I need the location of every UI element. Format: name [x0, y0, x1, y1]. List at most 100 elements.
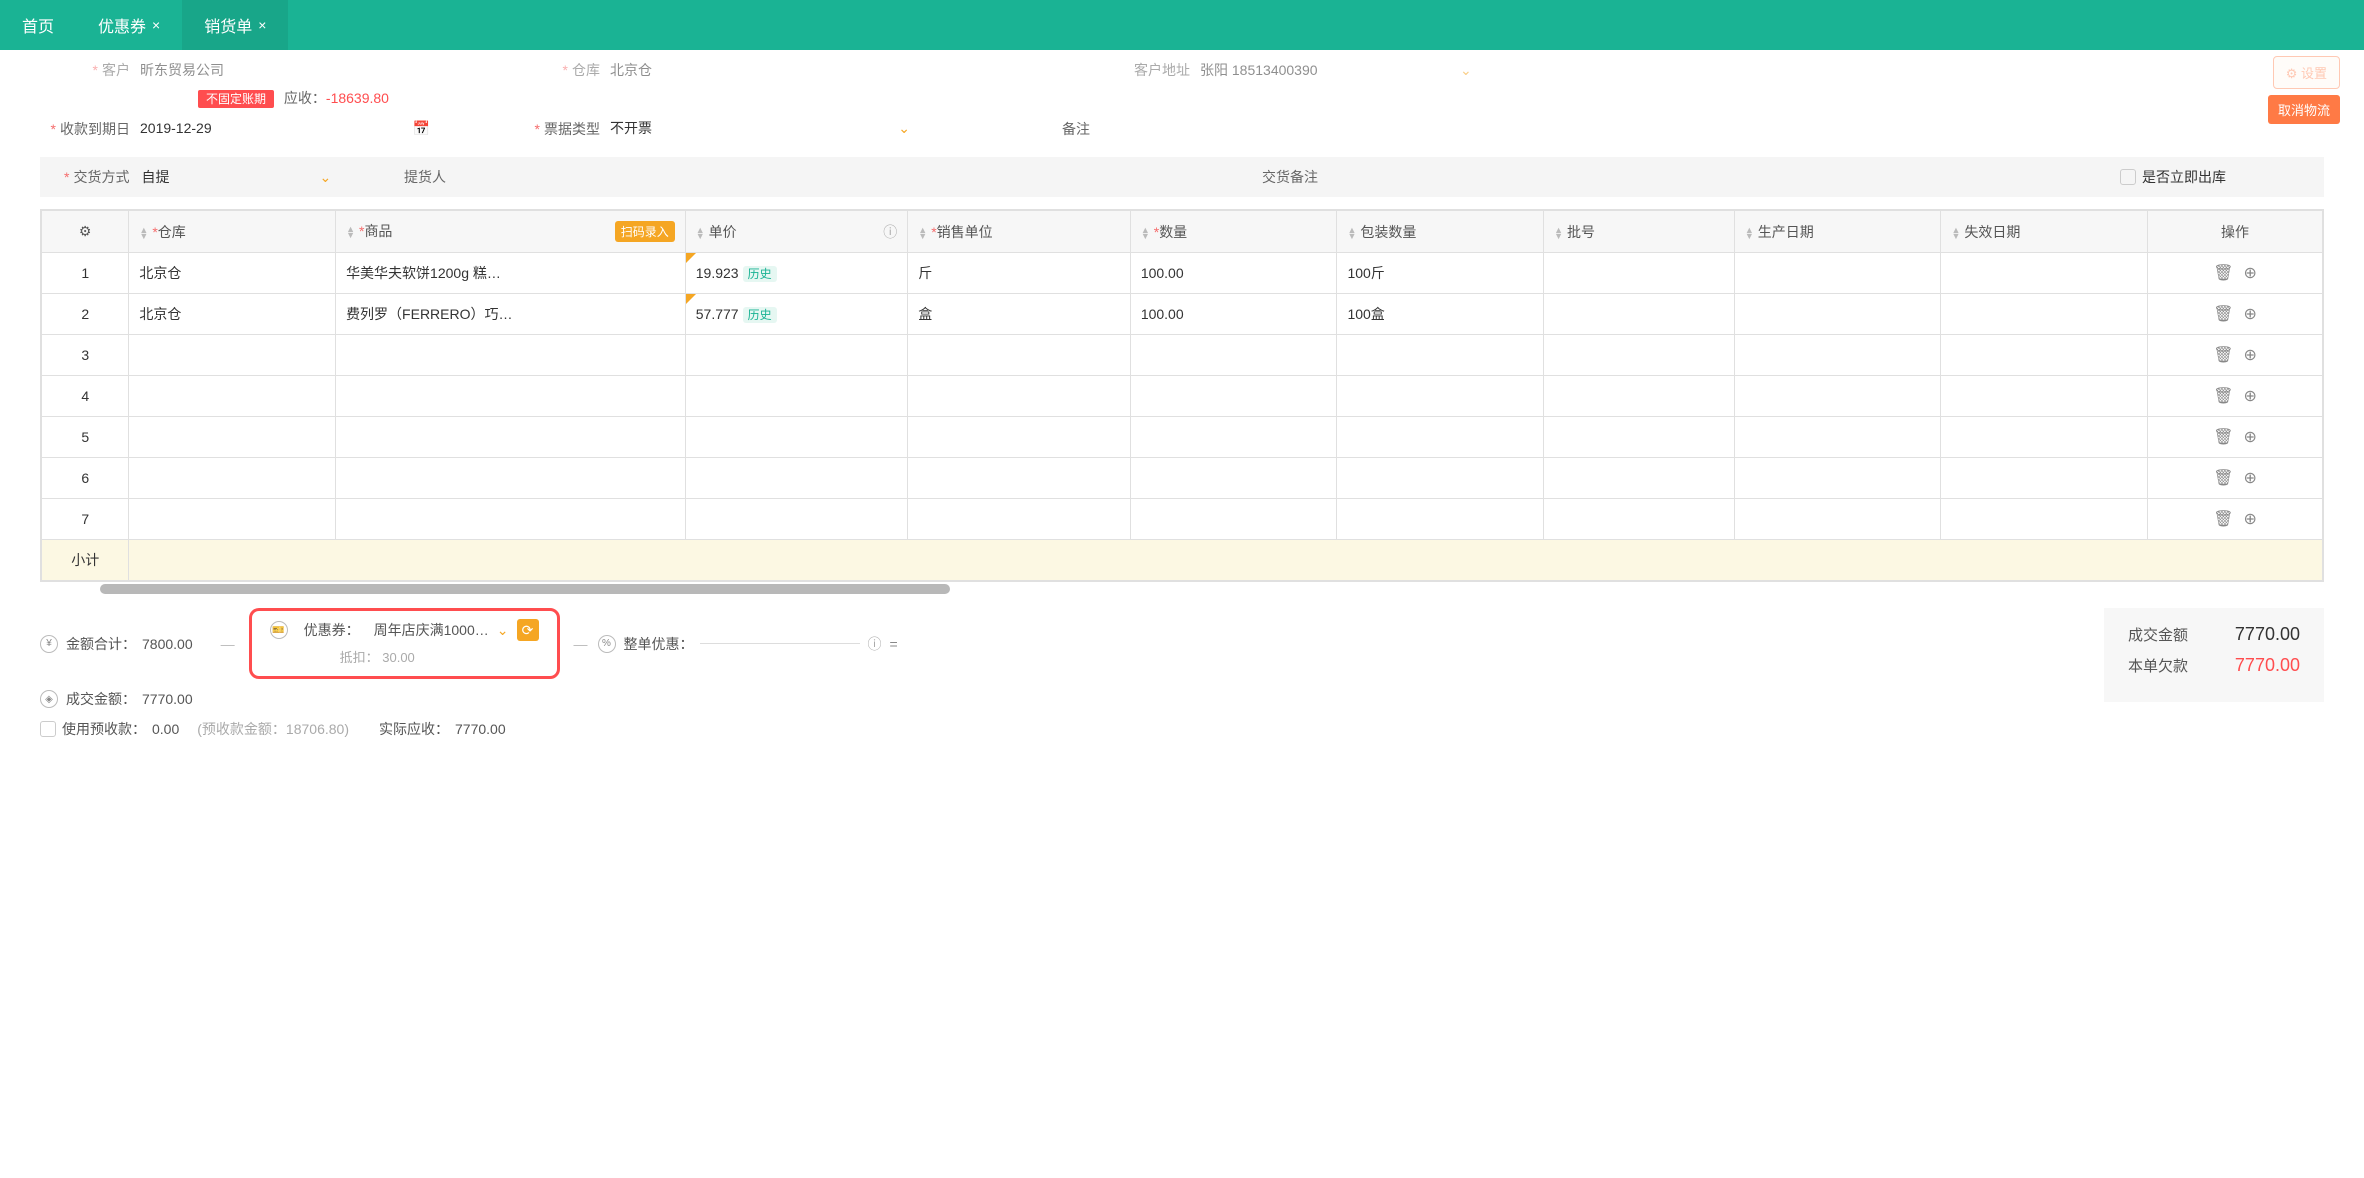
col-product[interactable]: ▲▼*商品扫码录入: [336, 211, 686, 253]
sort-icon[interactable]: ▲▼: [1141, 227, 1150, 239]
delete-icon[interactable]: 🗑: [2213, 386, 2233, 406]
close-icon[interactable]: ×: [152, 17, 160, 33]
cell-qty[interactable]: [1130, 335, 1337, 376]
add-icon[interactable]: ⊕: [2244, 263, 2257, 283]
cell-warehouse[interactable]: 北京仓: [129, 253, 336, 294]
table-row[interactable]: 3🗑⊕: [42, 335, 2323, 376]
coupon-select[interactable]: 周年店庆满1000…: [374, 620, 489, 640]
cell-unit[interactable]: [908, 417, 1131, 458]
cell-prod-date[interactable]: [1734, 458, 1941, 499]
table-row[interactable]: 6🗑⊕: [42, 458, 2323, 499]
cell-prod-date[interactable]: [1734, 417, 1941, 458]
cell-expire[interactable]: [1941, 335, 2148, 376]
refresh-icon[interactable]: ⟳: [517, 619, 539, 641]
cell-price[interactable]: [685, 335, 908, 376]
delete-icon[interactable]: 🗑: [2213, 345, 2233, 365]
col-batch[interactable]: ▲▼批号: [1544, 211, 1735, 253]
cell-prod-date[interactable]: [1734, 253, 1941, 294]
sort-icon[interactable]: ▲▼: [918, 227, 927, 239]
cell-batch[interactable]: [1544, 294, 1735, 335]
chevron-down-icon[interactable]: ⌄: [319, 169, 331, 186]
cell-warehouse[interactable]: [129, 417, 336, 458]
add-icon[interactable]: ⊕: [2244, 386, 2257, 406]
cell-qty[interactable]: [1130, 376, 1337, 417]
delete-icon[interactable]: 🗑: [2213, 468, 2233, 488]
cell-product[interactable]: [336, 499, 686, 540]
immediate-out-checkbox[interactable]: [2120, 169, 2136, 185]
cell-warehouse[interactable]: [129, 499, 336, 540]
cell-expire[interactable]: [1941, 417, 2148, 458]
add-icon[interactable]: ⊕: [2244, 304, 2257, 324]
tab-coupon[interactable]: 优惠券 ×: [76, 0, 182, 50]
help-icon[interactable]: ⓘ: [883, 222, 897, 242]
cell-batch[interactable]: [1544, 376, 1735, 417]
cell-unit[interactable]: 斤: [908, 253, 1131, 294]
delete-icon[interactable]: 🗑: [2213, 304, 2233, 324]
cell-pkg[interactable]: [1337, 376, 1544, 417]
cell-qty[interactable]: 100.00: [1130, 294, 1337, 335]
cell-qty[interactable]: 100.00: [1130, 253, 1337, 294]
sort-icon[interactable]: ▲▼: [1951, 227, 1960, 239]
col-qty[interactable]: ▲▼*数量: [1130, 211, 1337, 253]
cell-unit[interactable]: [908, 376, 1131, 417]
cell-product[interactable]: [336, 335, 686, 376]
cell-pkg[interactable]: [1337, 417, 1544, 458]
cell-expire[interactable]: [1941, 499, 2148, 540]
col-settings[interactable]: ⚙: [42, 211, 129, 253]
cell-pkg[interactable]: 100盒: [1337, 294, 1544, 335]
cell-product[interactable]: [336, 458, 686, 499]
sort-icon[interactable]: ▲▼: [1745, 227, 1754, 239]
cell-prod-date[interactable]: [1734, 376, 1941, 417]
cell-price[interactable]: [685, 376, 908, 417]
horizontal-scrollbar[interactable]: [100, 584, 950, 594]
add-icon[interactable]: ⊕: [2244, 427, 2257, 447]
use-prepay-checkbox[interactable]: [40, 721, 56, 737]
table-row[interactable]: 4🗑⊕: [42, 376, 2323, 417]
col-warehouse[interactable]: ▲▼*仓库: [129, 211, 336, 253]
cell-batch[interactable]: [1544, 499, 1735, 540]
cell-price[interactable]: [685, 458, 908, 499]
remark-input[interactable]: [1100, 124, 1400, 133]
table-row[interactable]: 1北京仓华美华夫软饼1200g 糕…19.923历史斤100.00100斤🗑⊕: [42, 253, 2323, 294]
cell-price[interactable]: 57.777历史: [685, 294, 908, 335]
help-icon[interactable]: ⓘ: [868, 634, 882, 654]
order-discount-input[interactable]: [700, 643, 860, 644]
cell-qty[interactable]: [1130, 417, 1337, 458]
add-icon[interactable]: ⊕: [2244, 468, 2257, 488]
sort-icon[interactable]: ▲▼: [346, 226, 355, 238]
sort-icon[interactable]: ▲▼: [1347, 227, 1356, 239]
cell-batch[interactable]: [1544, 253, 1735, 294]
chevron-down-icon[interactable]: ⌄: [497, 622, 509, 639]
table-row[interactable]: 5🗑⊕: [42, 417, 2323, 458]
cell-prod-date[interactable]: [1734, 335, 1941, 376]
col-unit[interactable]: ▲▼*销售单位: [908, 211, 1131, 253]
cell-warehouse[interactable]: [129, 335, 336, 376]
cell-unit[interactable]: [908, 499, 1131, 540]
cell-warehouse[interactable]: 北京仓: [129, 294, 336, 335]
cell-price[interactable]: [685, 417, 908, 458]
cell-expire[interactable]: [1941, 253, 2148, 294]
tab-sales-order[interactable]: 销货单 ×: [182, 0, 288, 50]
delete-icon[interactable]: 🗑: [2213, 427, 2233, 447]
sort-icon[interactable]: ▲▼: [1554, 227, 1563, 239]
cell-product[interactable]: 华美华夫软饼1200g 糕…: [336, 253, 686, 294]
customer-addr-value[interactable]: 张阳 18513400390: [1200, 60, 1460, 80]
col-expire[interactable]: ▲▼失效日期: [1941, 211, 2148, 253]
delivery-method-select[interactable]: 自提 ⌄: [141, 167, 331, 187]
cell-batch[interactable]: [1544, 458, 1735, 499]
cell-pkg[interactable]: [1337, 458, 1544, 499]
cell-product[interactable]: [336, 417, 686, 458]
table-row[interactable]: 7🗑⊕: [42, 499, 2323, 540]
cell-pkg[interactable]: [1337, 335, 1544, 376]
cell-pkg[interactable]: [1337, 499, 1544, 540]
cell-price[interactable]: 19.923历史: [685, 253, 908, 294]
add-icon[interactable]: ⊕: [2244, 509, 2257, 529]
delete-icon[interactable]: 🗑: [2213, 263, 2233, 283]
add-icon[interactable]: ⊕: [2244, 345, 2257, 365]
cell-expire[interactable]: [1941, 294, 2148, 335]
sort-icon[interactable]: ▲▼: [696, 227, 705, 239]
cell-product[interactable]: [336, 376, 686, 417]
cell-expire[interactable]: [1941, 376, 2148, 417]
cell-price[interactable]: [685, 499, 908, 540]
cell-qty[interactable]: [1130, 458, 1337, 499]
